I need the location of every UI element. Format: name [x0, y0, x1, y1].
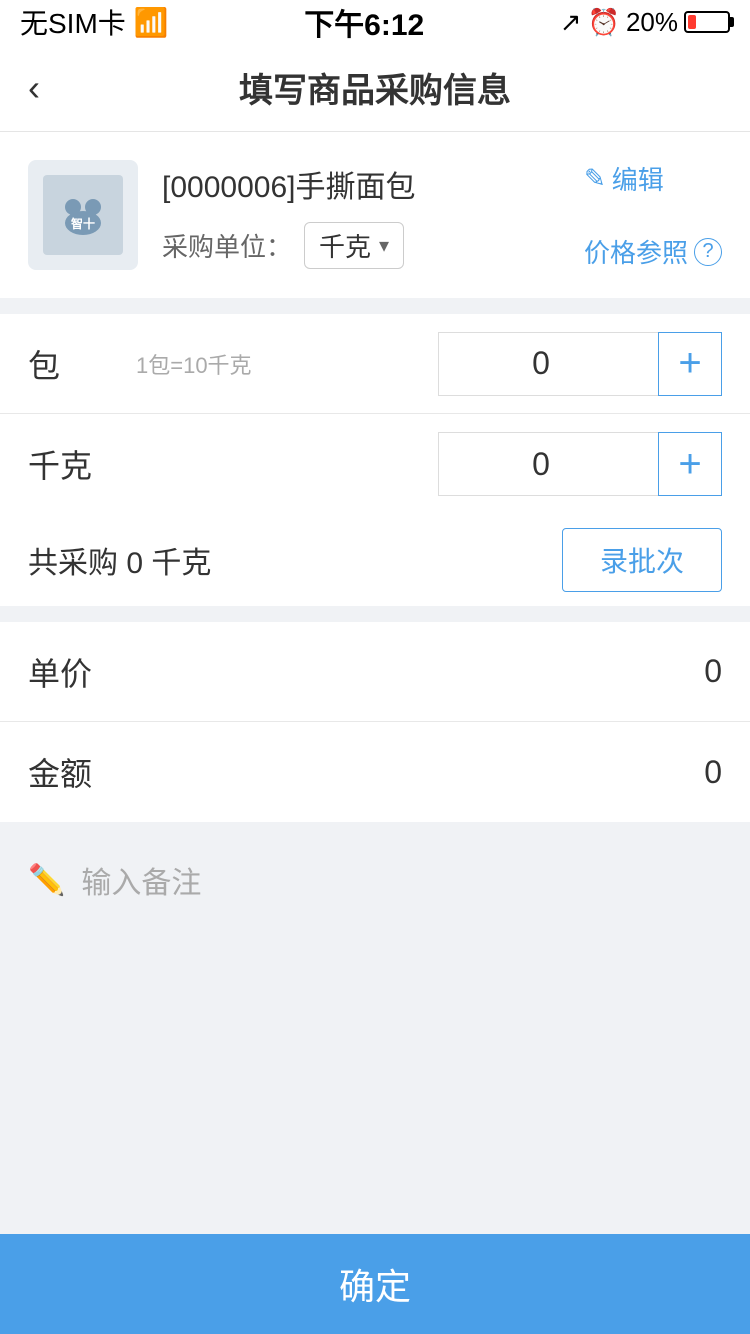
confirm-button-label: 确定 — [339, 1258, 411, 1310]
status-right: ↗ ⏰ 20% — [560, 7, 730, 38]
unit-value: 千克 — [319, 227, 371, 264]
note-section[interactable]: ✏️ 输入备注 — [0, 830, 750, 930]
product-unit-row: 采购单位： 千克 ▾ — [162, 222, 560, 269]
edit-button[interactable]: ✎ 编辑 — [584, 160, 664, 197]
bag-quantity-input[interactable] — [438, 332, 658, 396]
battery-icon — [684, 11, 730, 33]
carrier-label: 无SIM卡 — [20, 2, 126, 42]
kg-plus-icon: + — [678, 442, 701, 487]
bag-input-right: + — [438, 332, 722, 396]
status-time: 下午6:12 — [304, 0, 424, 44]
kg-input-right: + — [438, 432, 722, 496]
kg-input-row: 千克 + — [0, 414, 750, 514]
unit-price-value: 0 — [704, 653, 722, 690]
product-thumbnail: 智十 — [28, 160, 138, 270]
page-title: 填写商品采购信息 — [239, 63, 511, 112]
edit-icon: ✎ — [584, 163, 606, 194]
bag-plus-icon: + — [678, 341, 701, 386]
battery-percent: 20% — [626, 7, 678, 38]
spacer — [0, 930, 750, 1270]
kg-label: 千克 — [28, 441, 128, 487]
price-section: 单价 0 金额 0 — [0, 622, 750, 830]
batch-button[interactable]: 录批次 — [562, 528, 722, 592]
alarm-icon: ⏰ — [588, 7, 620, 38]
back-button[interactable]: ‹ — [28, 67, 40, 109]
amount-label: 金额 — [28, 749, 92, 795]
kg-quantity-input[interactable] — [438, 432, 658, 496]
status-bar: 无SIM卡 📶 下午6:12 ↗ ⏰ 20% — [0, 0, 750, 44]
product-name: [0000006]手撕面包 — [162, 162, 560, 206]
note-placeholder: 输入备注 — [81, 858, 201, 902]
input-section: 包 1包=10千克 + 千克 + — [0, 314, 750, 514]
unit-price-label: 单价 — [28, 649, 92, 695]
pencil-icon: ✏️ — [28, 863, 65, 898]
amount-row: 金额 0 — [0, 722, 750, 822]
product-right: ✎ 编辑 价格参照 ? — [584, 160, 722, 270]
bag-plus-button[interactable]: + — [658, 332, 722, 396]
kg-plus-button[interactable]: + — [658, 432, 722, 496]
amount-value: 0 — [704, 754, 722, 791]
confirm-button[interactable]: 确定 — [0, 1234, 750, 1334]
total-row: 共采购 0 千克 录批次 — [0, 514, 750, 614]
bag-label: 包 — [28, 341, 128, 387]
product-info: [0000006]手撕面包 采购单位： 千克 ▾ — [162, 162, 560, 269]
unit-selector[interactable]: 千克 ▾ — [304, 222, 404, 269]
help-icon: ? — [694, 238, 722, 266]
wifi-icon: 📶 — [134, 6, 169, 39]
price-ref-label: 价格参照 — [584, 233, 688, 270]
product-logo-icon: 智十 — [53, 185, 113, 245]
status-left: 无SIM卡 📶 — [20, 2, 169, 42]
section-divider-1 — [0, 306, 750, 314]
price-ref-button[interactable]: 价格参照 ? — [584, 233, 722, 270]
nav-bar: ‹ 填写商品采购信息 — [0, 44, 750, 132]
batch-button-label: 录批次 — [600, 540, 684, 580]
bag-input-row: 包 1包=10千克 + — [0, 314, 750, 414]
unit-price-row: 单价 0 — [0, 622, 750, 722]
edit-label: 编辑 — [612, 160, 664, 197]
location-icon: ↗ — [560, 7, 582, 38]
product-card: 智十 [0000006]手撕面包 采购单位： 千克 ▾ ✎ 编辑 价格参照 ? — [0, 132, 750, 306]
bag-sublabel: 1包=10千克 — [136, 348, 252, 380]
section-divider-2 — [0, 614, 750, 622]
back-arrow-icon: ‹ — [28, 67, 40, 109]
total-label: 共采购 0 千克 — [28, 538, 211, 582]
svg-text:智十: 智十 — [70, 216, 95, 231]
dropdown-arrow-icon: ▾ — [379, 233, 389, 258]
unit-label: 采购单位： — [162, 227, 292, 264]
